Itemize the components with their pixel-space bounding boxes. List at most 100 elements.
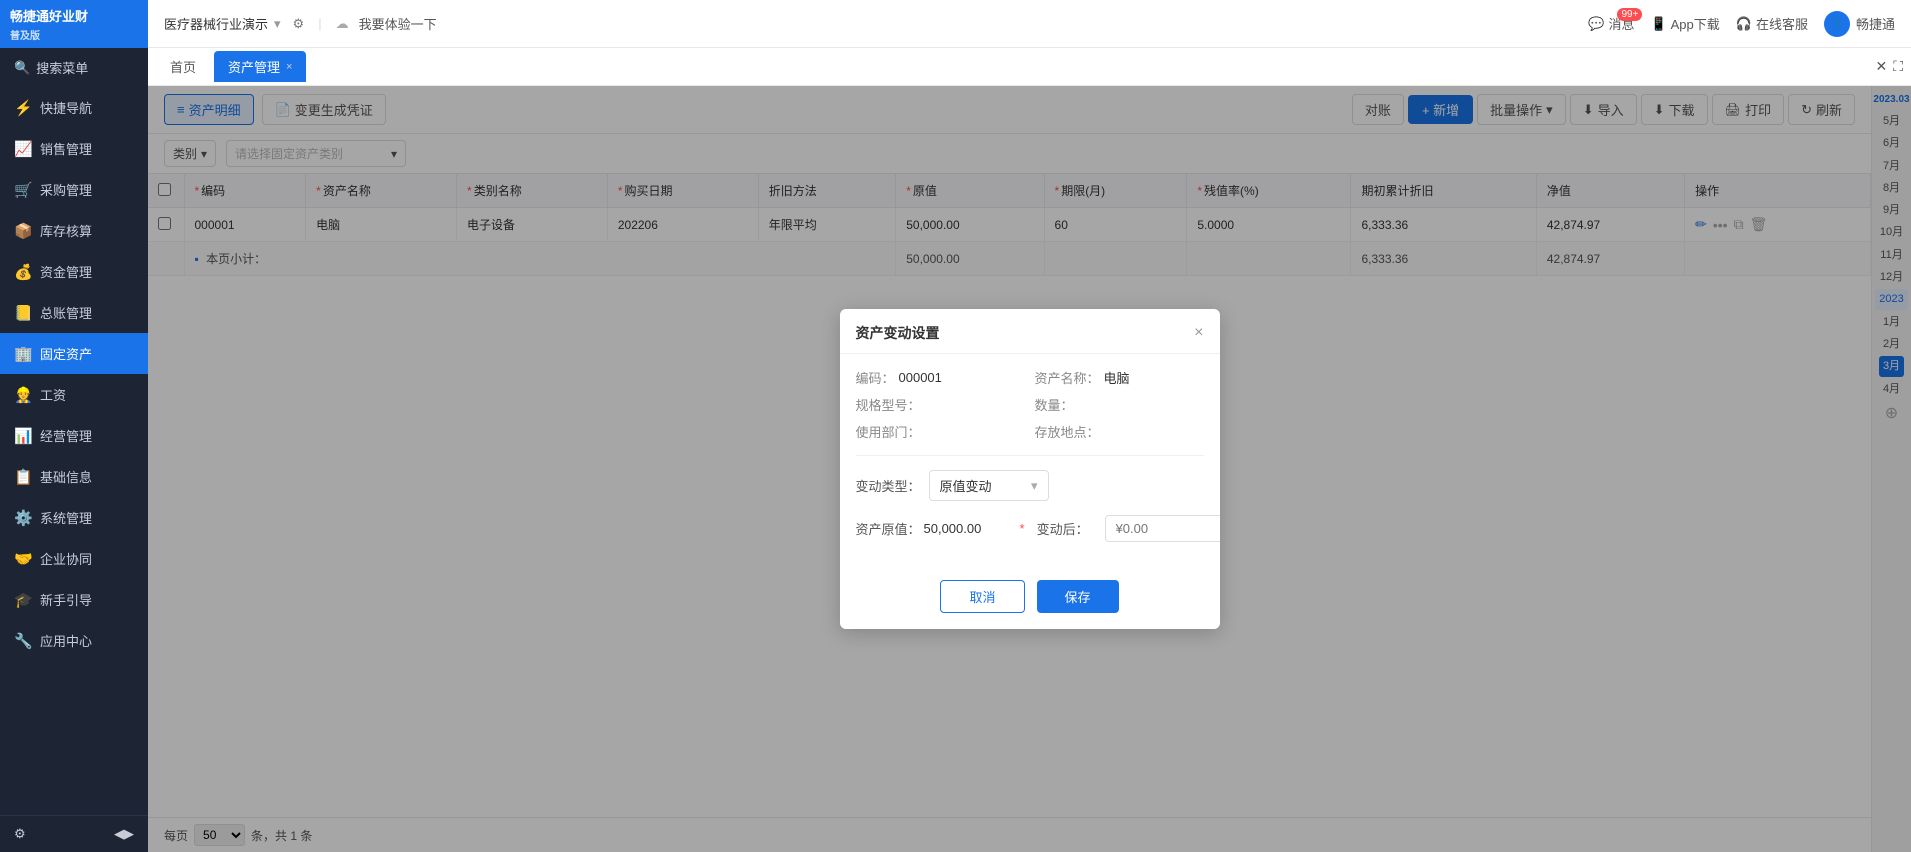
dialog-spec-item: 规格型号：	[856, 395, 1025, 414]
sidebar-item-guide[interactable]: 🎓 新手引导	[0, 579, 148, 620]
purchase-label: 采购管理	[40, 180, 92, 199]
topbar-right: 💬 消息 99+ 📱 App下载 🎧 在线客服 👤 畅捷通	[1588, 11, 1895, 37]
enterprise-icon: 🤝	[14, 550, 32, 568]
user-name: 畅捷通	[1856, 14, 1895, 33]
search-menu-item[interactable]: 🔍 搜索菜单	[0, 48, 148, 87]
appstore-icon: 🔧	[14, 632, 32, 650]
dialog-close-btn[interactable]: ×	[1194, 324, 1203, 342]
sidebar-item-inventory[interactable]: 📦 库存核算	[0, 210, 148, 251]
appstore-label: 应用中心	[40, 631, 92, 650]
window-close-btn[interactable]: ✕	[1875, 58, 1887, 75]
sidebar-item-finance[interactable]: 💰 资金管理	[0, 251, 148, 292]
online-service-btn[interactable]: 🎧 在线客服	[1736, 14, 1808, 33]
sidebar-item-enterprise[interactable]: 🤝 企业协同	[0, 538, 148, 579]
payroll-icon: 👷	[14, 386, 32, 404]
system-icon: ⚙️	[14, 509, 32, 527]
user-area[interactable]: 👤 畅捷通	[1824, 11, 1895, 37]
fixed-assets-label: 固定资产	[40, 344, 92, 363]
app-download-label: App下载	[1671, 14, 1720, 33]
original-value-label: 资产原值：	[856, 519, 916, 538]
finance-label: 资金管理	[40, 262, 92, 281]
sidebar-item-sales[interactable]: 📈 销售管理	[0, 128, 148, 169]
avatar: 👤	[1824, 11, 1850, 37]
app-download-btn[interactable]: 📱 App下载	[1650, 14, 1719, 33]
tab-asset-mgmt[interactable]: 资产管理 ×	[214, 51, 306, 82]
quicknav-label: 快捷导航	[40, 98, 92, 117]
after-label: 变动后：	[1037, 519, 1097, 538]
tab-close-icon[interactable]: ×	[286, 61, 292, 73]
dialog-dept-label: 使用部门：	[856, 422, 921, 441]
dialog-title: 资产变动设置	[856, 323, 940, 343]
change-type-row: 变动类型： 原值变动 ▾	[856, 470, 1204, 501]
original-value-display: 50,000.00	[924, 521, 1004, 536]
dialog-code-label: 编码：	[856, 368, 895, 387]
dialog-name-value: 电脑	[1104, 368, 1130, 387]
window-expand-btn[interactable]: ⛶	[1893, 58, 1903, 75]
settings-icon[interactable]: ⚙	[14, 826, 26, 842]
content-area: ≡ 资产明细 📄 变更生成凭证 对账 + 新增 批量操作 ▾	[148, 86, 1911, 852]
dialog-location-item: 存放地点：	[1035, 422, 1204, 441]
guide-label: 新手引导	[40, 590, 92, 609]
sidebar: 畅捷通好业财 普及版 🔍 搜索菜单 ⚡ 快捷导航 📈 销售管理 🛒 采购管理 📦…	[0, 0, 148, 852]
messages-icon: 💬	[1588, 16, 1604, 32]
sidebar-item-payroll[interactable]: 👷 工资	[0, 374, 148, 415]
tab-home-label: 首页	[170, 57, 196, 76]
save-button[interactable]: 保存	[1037, 580, 1119, 613]
sidebar-logo: 畅捷通好业财 普及版	[0, 0, 148, 48]
dialog-info-grid: 编码： 000001 资产名称： 电脑 规格型号： 数量：	[856, 368, 1204, 456]
app-download-icon: 📱	[1650, 16, 1666, 32]
cancel-label: 取消	[969, 590, 995, 605]
dialog-name-item: 资产名称： 电脑	[1035, 368, 1204, 387]
topbar-left: 医疗器械行业演示 ▾ ⚙ | ☁ 我要体验一下	[164, 14, 437, 33]
main-area: 医疗器械行业演示 ▾ ⚙ | ☁ 我要体验一下 💬 消息 99+ 📱 App下载…	[148, 0, 1911, 852]
search-icon: 🔍	[14, 60, 30, 76]
after-value-input[interactable]	[1105, 515, 1220, 542]
company-name: 医疗器械行业演示	[164, 14, 268, 33]
purchase-icon: 🛒	[14, 181, 32, 199]
sidebar-item-fixed-assets[interactable]: 🏢 固定资产	[0, 333, 148, 374]
sidebar-item-system[interactable]: ⚙️ 系统管理	[0, 497, 148, 538]
dialog-code-value: 000001	[899, 370, 942, 385]
tabs-bar: 首页 资产管理 × ✕ ⛶	[148, 48, 1911, 86]
enterprise-label: 企业协同	[40, 549, 92, 568]
messages-badge: 99+	[1617, 8, 1642, 21]
dialog-body: 编码： 000001 资产名称： 电脑 规格型号： 数量：	[840, 354, 1220, 570]
sidebar-item-quicknav[interactable]: ⚡ 快捷导航	[0, 87, 148, 128]
dialog-qty-item: 数量：	[1035, 395, 1204, 414]
experience-icon: ☁	[336, 16, 349, 32]
ledger-icon: 📒	[14, 304, 32, 322]
dialog-code-item: 编码： 000001	[856, 368, 1025, 387]
sidebar-item-basic-info[interactable]: 📋 基础信息	[0, 456, 148, 497]
inventory-label: 库存核算	[40, 221, 92, 240]
sidebar-item-operations[interactable]: 📊 经营管理	[0, 415, 148, 456]
change-type-value: 原值变动	[940, 476, 992, 495]
settings-btn[interactable]: ⚙	[293, 16, 305, 32]
save-label: 保存	[1065, 590, 1091, 605]
dialog-name-label: 资产名称：	[1035, 368, 1100, 387]
basic-info-label: 基础信息	[40, 467, 92, 486]
dropdown-arrow[interactable]: ▾	[274, 16, 281, 32]
change-type-select[interactable]: 原值变动 ▾	[929, 470, 1049, 501]
tab-home[interactable]: 首页	[156, 51, 210, 82]
sidebar-item-ledger[interactable]: 📒 总账管理	[0, 292, 148, 333]
experience-btn[interactable]: 我要体验一下	[359, 14, 437, 33]
payroll-label: 工资	[40, 385, 66, 404]
dialog-spec-label: 规格型号：	[856, 395, 921, 414]
cancel-button[interactable]: 取消	[940, 580, 1024, 613]
inventory-icon: 📦	[14, 222, 32, 240]
sidebar-item-appstore[interactable]: 🔧 应用中心	[0, 620, 148, 661]
service-label: 在线客服	[1756, 14, 1808, 33]
sidebar-item-purchase[interactable]: 🛒 采购管理	[0, 169, 148, 210]
messages-btn[interactable]: 💬 消息 99+	[1588, 14, 1634, 33]
system-label: 系统管理	[40, 508, 92, 527]
app-sub: 普及版	[10, 27, 88, 42]
change-type-label: 变动类型：	[856, 476, 921, 495]
operations-icon: 📊	[14, 427, 32, 445]
search-label: 搜索菜单	[36, 58, 88, 77]
operations-label: 经营管理	[40, 426, 92, 445]
app-name: 畅捷通好业财	[10, 6, 88, 25]
required-star: *	[1020, 521, 1025, 536]
asset-change-dialog: 资产变动设置 × 编码： 000001 资产名称： 电脑	[840, 309, 1220, 629]
collapse-icon[interactable]: ◀▶	[114, 826, 134, 842]
dialog-dept-item: 使用部门：	[856, 422, 1025, 441]
